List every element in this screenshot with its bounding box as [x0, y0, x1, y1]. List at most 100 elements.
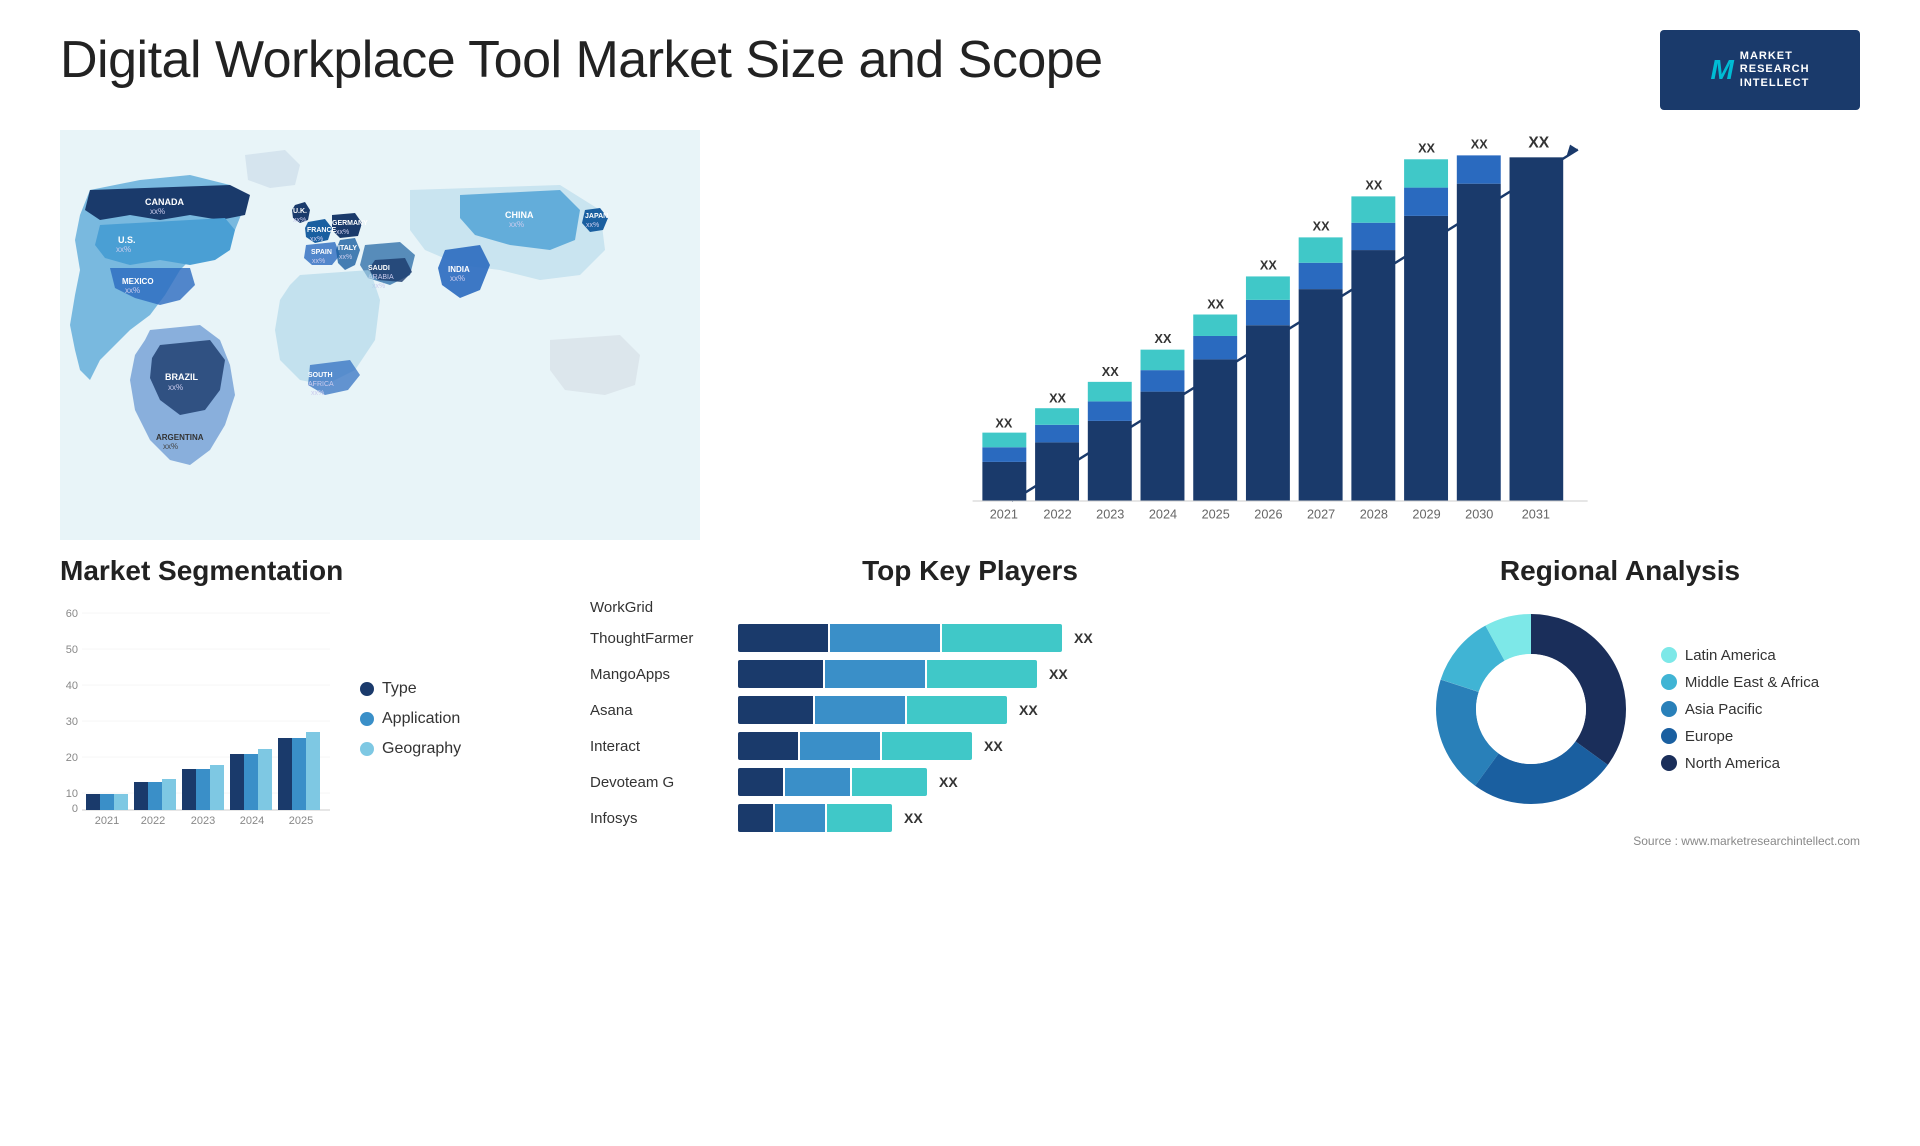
players-section: Top Key Players WorkGrid ThoughtFarmer X… — [580, 555, 1360, 848]
svg-text:2023: 2023 — [1096, 508, 1124, 522]
label-north-america: North America — [1685, 755, 1780, 772]
svg-text:xx%: xx% — [336, 229, 349, 236]
legend-dot-type — [360, 682, 374, 696]
svg-text:2022: 2022 — [141, 815, 165, 827]
svg-text:XX: XX — [1471, 138, 1488, 152]
svg-text:xx%: xx% — [312, 258, 325, 265]
logo-letter: M — [1710, 54, 1733, 86]
label-latin-america: Latin America — [1685, 647, 1776, 664]
svg-text:INDIA: INDIA — [448, 265, 470, 274]
logo: M MARKET RESEARCH INTELLECT — [1660, 30, 1860, 110]
dot-north-america — [1661, 755, 1677, 771]
svg-text:XX: XX — [1365, 179, 1382, 193]
svg-text:XX: XX — [1049, 391, 1066, 405]
header: Digital Workplace Tool Market Size and S… — [60, 30, 1860, 110]
svg-text:2029: 2029 — [1412, 508, 1440, 522]
legend-europe: Europe — [1661, 728, 1819, 745]
svg-text:xx%: xx% — [125, 286, 140, 295]
dot-europe — [1661, 728, 1677, 744]
svg-text:xx%: xx% — [509, 220, 524, 229]
svg-text:2028: 2028 — [1360, 508, 1388, 522]
legend-asia-pacific: Asia Pacific — [1661, 701, 1819, 718]
svg-text:SOUTH: SOUTH — [308, 372, 333, 379]
svg-text:xx%: xx% — [116, 245, 131, 254]
svg-text:U.S.: U.S. — [118, 235, 136, 245]
page-title: Digital Workplace Tool Market Size and S… — [60, 30, 1103, 90]
label-europe: Europe — [1685, 728, 1733, 745]
svg-text:2026: 2026 — [1254, 508, 1282, 522]
regional-legend: Latin America Middle East & Africa Asia … — [1661, 647, 1819, 772]
players-title: Top Key Players — [590, 555, 1350, 587]
svg-text:xx%: xx% — [310, 236, 323, 243]
svg-text:60: 60 — [66, 608, 78, 620]
player-row-devoteam: Devoteam G XX — [590, 768, 1350, 796]
world-map-section: CANADA xx% U.S. xx% MEXICO xx% BRAZIL xx… — [60, 130, 700, 540]
dot-latin-america — [1661, 647, 1677, 663]
canada-value: xx% — [150, 207, 165, 216]
svg-text:2024: 2024 — [1149, 508, 1177, 522]
player-row-mangoapps: MangoApps XX — [590, 660, 1350, 688]
logo-text: MARKET RESEARCH INTELLECT — [1740, 50, 1810, 90]
svg-text:50: 50 — [66, 644, 78, 656]
svg-text:40: 40 — [66, 680, 78, 692]
segmentation-chart: 60 50 40 30 20 10 0 — [60, 599, 340, 829]
legend-mea: Middle East & Africa — [1661, 674, 1819, 691]
legend-latin-america: Latin America — [1661, 647, 1819, 664]
legend-dot-application — [360, 712, 374, 726]
svg-text:MEXICO: MEXICO — [122, 277, 154, 286]
growth-chart-section: XX XX XX XX — [710, 130, 1860, 540]
player-bars-asana — [738, 696, 1007, 724]
svg-text:2023: 2023 — [191, 815, 215, 827]
svg-text:0: 0 — [72, 803, 78, 815]
player-bars-infosys — [738, 804, 892, 832]
svg-text:2030: 2030 — [1465, 508, 1493, 522]
svg-text:XX: XX — [995, 417, 1012, 431]
label-asia-pacific: Asia Pacific — [1685, 701, 1763, 718]
legend-label-type: Type — [382, 680, 417, 698]
legend-north-america: North America — [1661, 755, 1819, 772]
svg-text:SAUDI: SAUDI — [368, 265, 390, 272]
svg-text:XX: XX — [1260, 259, 1277, 273]
svg-text:CHINA: CHINA — [505, 210, 534, 220]
svg-text:2021: 2021 — [990, 508, 1018, 522]
svg-text:2022: 2022 — [1043, 508, 1071, 522]
svg-text:U.K.: U.K. — [293, 208, 307, 215]
svg-text:2027: 2027 — [1307, 508, 1335, 522]
player-row-infosys: Infosys XX — [590, 804, 1350, 832]
svg-text:20: 20 — [66, 752, 78, 764]
player-row-asana: Asana XX — [590, 696, 1350, 724]
player-row-interact: Interact XX — [590, 732, 1350, 760]
svg-text:XX: XX — [1207, 298, 1224, 312]
svg-text:XX: XX — [1313, 220, 1330, 234]
svg-text:ITALY: ITALY — [338, 245, 357, 252]
legend-dot-geography — [360, 742, 374, 756]
svg-text:2025: 2025 — [289, 815, 313, 827]
growth-chart-svg: XX XX XX XX — [730, 130, 1840, 540]
legend-label-geography: Geography — [382, 740, 461, 758]
source-text: Source : www.marketresearchintellect.com — [1380, 834, 1860, 848]
svg-text:SPAIN: SPAIN — [311, 249, 332, 256]
svg-text:xx%: xx% — [311, 390, 324, 397]
svg-text:XX: XX — [1418, 141, 1435, 155]
segmentation-title: Market Segmentation — [60, 555, 560, 587]
player-row-workgrid: WorkGrid — [590, 599, 1350, 616]
legend-label-application: Application — [382, 710, 460, 728]
svg-text:xx%: xx% — [339, 254, 352, 261]
legend-type: Type — [360, 680, 461, 698]
svg-text:BRAZIL: BRAZIL — [165, 372, 198, 382]
regional-section: Regional Analysis — [1380, 555, 1860, 848]
svg-text:ARGENTINA: ARGENTINA — [156, 433, 204, 442]
svg-text:2024: 2024 — [240, 815, 264, 827]
svg-text:xx%: xx% — [293, 217, 306, 224]
svg-text:2031: 2031 — [1522, 508, 1550, 522]
legend-geography: Geography — [360, 740, 461, 758]
player-row-thoughtfarmer: ThoughtFarmer XX — [590, 624, 1350, 652]
donut-chart — [1421, 599, 1641, 819]
svg-text:30: 30 — [66, 716, 78, 728]
regional-title: Regional Analysis — [1380, 555, 1860, 587]
svg-text:2021: 2021 — [95, 815, 119, 827]
world-map-svg: CANADA xx% U.S. xx% MEXICO xx% BRAZIL xx… — [60, 130, 700, 540]
svg-text:2025: 2025 — [1202, 508, 1230, 522]
label-mea: Middle East & Africa — [1685, 674, 1819, 691]
svg-text:xx%: xx% — [168, 383, 183, 392]
